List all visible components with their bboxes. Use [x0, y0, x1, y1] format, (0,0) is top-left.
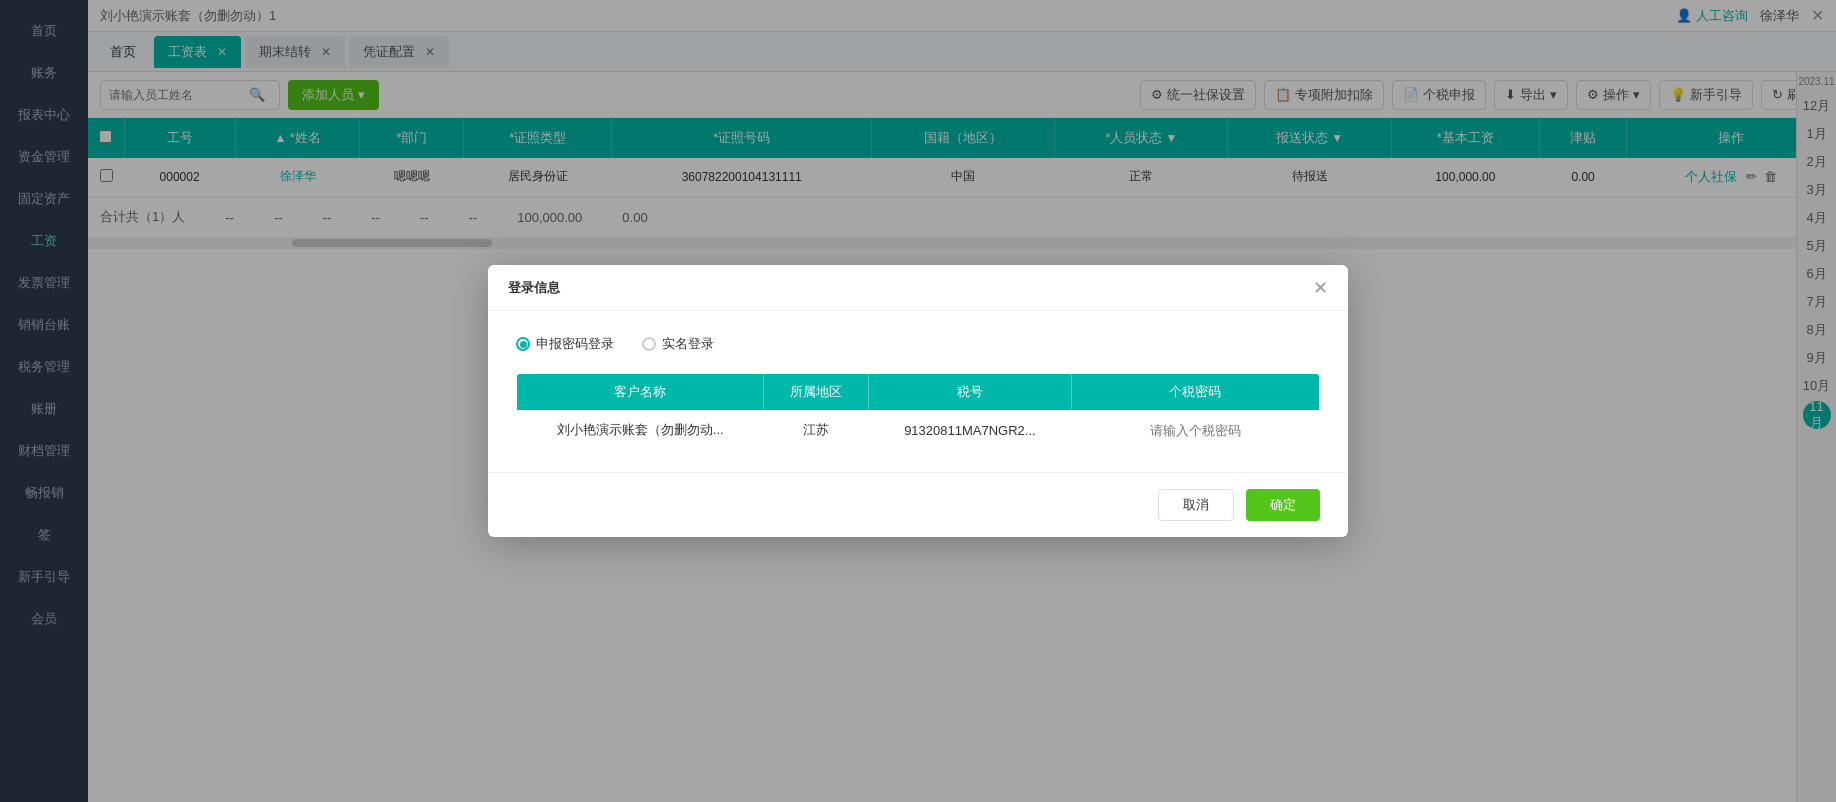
- inner-cell-region: 江苏: [763, 410, 868, 452]
- modal-title: 登录信息: [508, 279, 560, 297]
- radio-password-circle: [516, 337, 530, 351]
- inner-col-name: 客户名称: [517, 374, 764, 410]
- modal-overlay: 登录信息 ✕ 申报密码登录 实名登录 客户名称 所属地区: [0, 0, 1836, 802]
- modal-header: 登录信息 ✕: [488, 265, 1348, 311]
- radio-group: 申报密码登录 实名登录: [516, 335, 1320, 353]
- inner-cell-taxid: 91320811MA7NGR2...: [869, 410, 1072, 452]
- inner-cell-password[interactable]: [1071, 410, 1319, 452]
- confirm-button[interactable]: 确定: [1246, 489, 1320, 521]
- inner-col-taxid: 税号: [869, 374, 1072, 410]
- login-table: 客户名称 所属地区 税号 个税密码 刘小艳演示账套（勿删勿动... 江苏 913…: [516, 373, 1320, 452]
- login-info-modal: 登录信息 ✕ 申报密码登录 实名登录 客户名称 所属地区: [488, 265, 1348, 537]
- radio-realname-circle: [642, 337, 656, 351]
- inner-cell-name: 刘小艳演示账套（勿删勿动...: [517, 410, 764, 452]
- modal-footer: 取消 确定: [488, 472, 1348, 537]
- radio-realname-login[interactable]: 实名登录: [642, 335, 714, 353]
- inner-col-region: 所属地区: [763, 374, 868, 410]
- cancel-button[interactable]: 取消: [1158, 489, 1234, 521]
- modal-body: 申报密码登录 实名登录 客户名称 所属地区 税号 个税密码: [488, 311, 1348, 472]
- radio-password-login[interactable]: 申报密码登录: [516, 335, 614, 353]
- password-input[interactable]: [1087, 423, 1303, 438]
- inner-col-password: 个税密码: [1071, 374, 1319, 410]
- modal-close-button[interactable]: ✕: [1313, 277, 1328, 299]
- inner-table-row: 刘小艳演示账套（勿删勿动... 江苏 91320811MA7NGR2...: [517, 410, 1320, 452]
